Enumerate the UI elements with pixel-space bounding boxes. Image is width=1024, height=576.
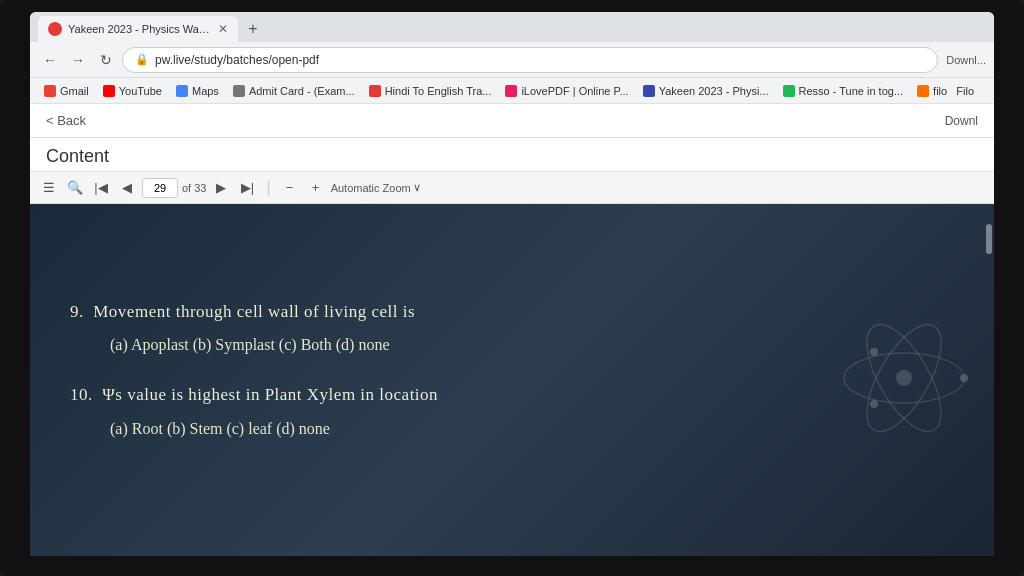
ilovepdf-icon [505,85,517,97]
admit-icon [233,85,245,97]
pdf-text-content: 9. Movement through cell wall of living … [30,277,994,484]
bookmark-maps[interactable]: Maps [170,80,225,102]
bookmark-filo-label: filo Filo [933,85,974,97]
question-10-options: (a) Root (b) Stem (c) leaf (d) none [110,415,954,444]
forward-nav-button[interactable]: → [66,48,90,72]
download-indicator: Downl... [946,54,986,66]
bookmark-admit-label: Admit Card - (Exam... [249,85,355,97]
bookmark-resso-label: Resso - Tune in tog... [799,85,904,97]
page-content: < Back Downl Content ☰ 🔍 |◀ ◀ of 33 ▶ ▶|… [30,104,994,556]
scroll-thumb[interactable] [986,224,992,254]
pdf-search-button[interactable]: 🔍 [64,177,86,199]
youtube-icon [103,85,115,97]
pdf-page-info: of 33 [182,182,206,194]
active-tab[interactable]: Yakeen 2023 - Physics Wallah ✕ [38,16,238,42]
content-title: Content [30,138,994,172]
pdf-page-input[interactable] [142,178,178,198]
lock-icon: 🔒 [135,53,149,66]
tab-favicon [48,22,62,36]
bookmark-yakeen-label: Yakeen 2023 - Physi... [659,85,769,97]
gmail-icon [44,85,56,97]
address-input[interactable]: 🔒 pw.live/study/batches/open-pdf [122,47,938,73]
bookmarks-bar: Gmail YouTube Maps Admit Card - (Exam...… [30,78,994,104]
question-9-text: 9. Movement through cell wall of living … [70,297,954,328]
pdf-menu-button[interactable]: ☰ [38,177,60,199]
pdf-next-page-button[interactable]: ▶ [210,177,232,199]
question-9: 9. Movement through cell wall of living … [70,297,954,360]
pdf-zoom-select[interactable]: Automatic Zoom ∨ [331,181,421,194]
bookmark-hindi-label: Hindi To English Tra... [385,85,492,97]
back-header: < Back Downl [30,104,994,138]
bookmark-admit[interactable]: Admit Card - (Exam... [227,80,361,102]
pdf-last-page-button[interactable]: ▶| [236,177,258,199]
pdf-first-page-button[interactable]: |◀ [90,177,112,199]
bookmark-hindi[interactable]: Hindi To English Tra... [363,80,498,102]
zoom-chevron-icon: ∨ [413,181,421,194]
maps-icon [176,85,188,97]
question-10-text: 10. Ψs value is highest in Plant Xylem i… [70,380,954,411]
pdf-toolbar: ☰ 🔍 |◀ ◀ of 33 ▶ ▶| | − + Automatic Zoom… [30,172,994,204]
address-bar-row: ← → ↻ 🔒 pw.live/study/batches/open-pdf D… [30,42,994,78]
hindi-icon [369,85,381,97]
reload-button[interactable]: ↻ [94,48,118,72]
zoom-label: Automatic Zoom [331,182,411,194]
pdf-zoom-out-button[interactable]: − [279,177,301,199]
browser-window: Yakeen 2023 - Physics Wallah ✕ + ← → ↻ 🔒… [30,12,994,556]
bookmark-filo[interactable]: filo Filo [911,80,980,102]
tab-bar: Yakeen 2023 - Physics Wallah ✕ + [30,12,994,42]
resso-icon [783,85,795,97]
tab-close-button[interactable]: ✕ [218,22,228,36]
address-text: pw.live/study/batches/open-pdf [155,53,319,67]
pdf-zoom-in-button[interactable]: + [305,177,327,199]
bookmark-maps-label: Maps [192,85,219,97]
back-nav-button[interactable]: ← [38,48,62,72]
pdf-area: 9. Movement through cell wall of living … [30,204,994,556]
bookmark-ilovepdf[interactable]: iLovePDF | Online P... [499,80,634,102]
pdf-prev-page-button[interactable]: ◀ [116,177,138,199]
bookmark-yakeen[interactable]: Yakeen 2023 - Physi... [637,80,775,102]
side-download-label: Downl [945,114,978,128]
bookmark-gmail[interactable]: Gmail [38,80,95,102]
filo-icon [917,85,929,97]
monitor: Yakeen 2023 - Physics Wallah ✕ + ← → ↻ 🔒… [0,0,1024,576]
question-10: 10. Ψs value is highest in Plant Xylem i… [70,380,954,443]
yakeen-icon [643,85,655,97]
new-tab-button[interactable]: + [240,16,266,42]
bookmark-resso[interactable]: Resso - Tune in tog... [777,80,910,102]
bookmark-ilovepdf-label: iLovePDF | Online P... [521,85,628,97]
back-button[interactable]: < Back [46,113,86,128]
bookmark-youtube-label: YouTube [119,85,162,97]
tab-title: Yakeen 2023 - Physics Wallah [68,23,212,35]
bookmark-gmail-label: Gmail [60,85,89,97]
toolbar-divider: | [266,179,270,197]
question-9-options: (a) Apoplast (b) Symplast (c) Both (d) n… [110,331,954,360]
bookmark-youtube[interactable]: YouTube [97,80,168,102]
